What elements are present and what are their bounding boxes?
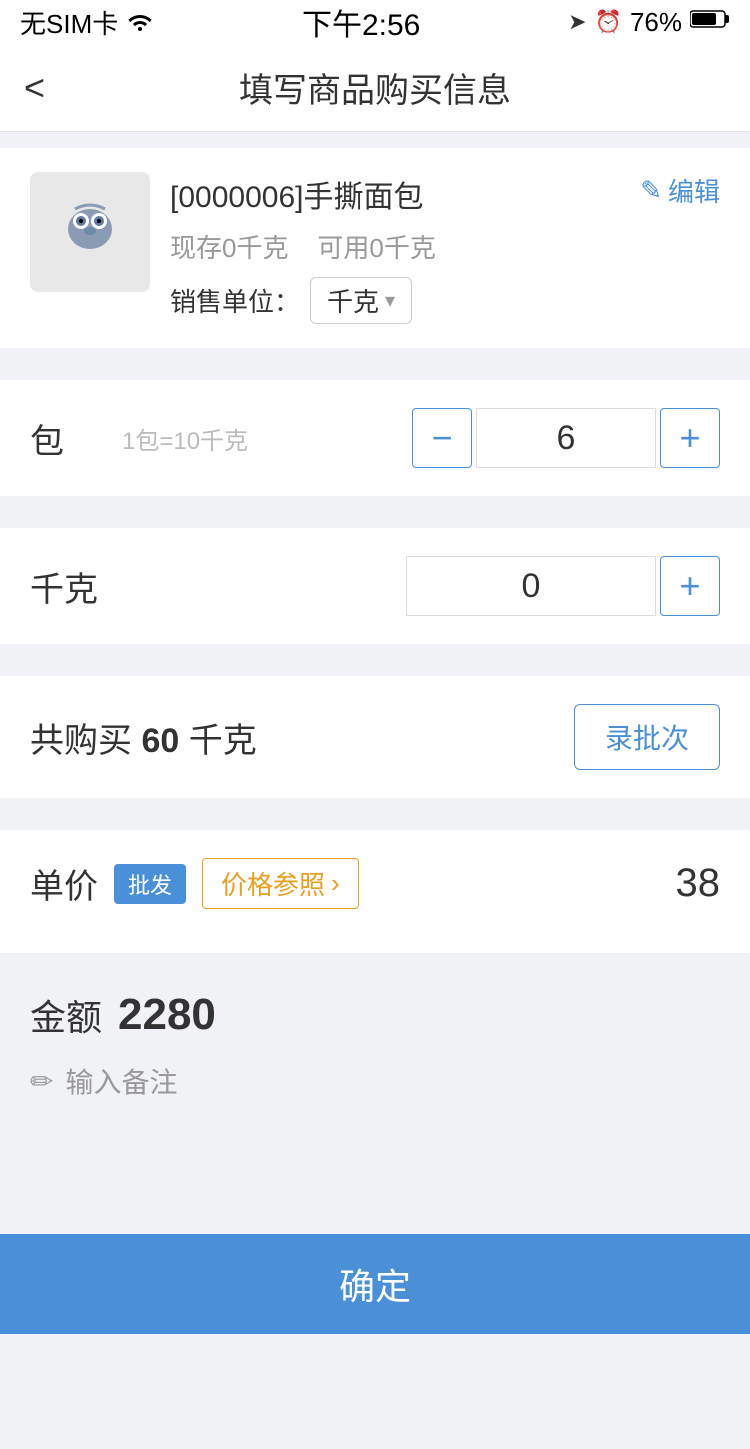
page-title: 填写商品购买信息 (239, 63, 511, 112)
memo-row[interactable]: ✏ 输入备注 (30, 1061, 720, 1101)
bao-section: 包 1包=10千克 − + (0, 380, 750, 496)
separator-2 (0, 364, 750, 380)
product-image-icon (55, 191, 125, 274)
wifi-icon (126, 7, 154, 38)
alarm-icon: ⏰ (595, 9, 622, 35)
bao-hint: 1包=10千克 (122, 421, 248, 456)
location-icon: ➤ (568, 9, 586, 35)
product-name: [0000006]手撕面包 (170, 172, 423, 216)
bao-label: 包 (30, 414, 110, 463)
price-tag: 批发 (114, 864, 186, 904)
product-image (30, 172, 150, 292)
amount-label: 金额 (30, 989, 102, 1041)
bao-plus-button[interactable]: + (660, 408, 720, 468)
amount-value: 2280 (118, 990, 216, 1040)
memo-label: 输入备注 (65, 1061, 177, 1101)
battery-label: 76% (630, 7, 682, 38)
product-unit: 销售单位： 千克 ▾ (170, 277, 720, 324)
separator-3 (0, 512, 750, 528)
bao-minus-button[interactable]: − (412, 408, 472, 468)
status-left: 无SIM卡 (20, 4, 154, 41)
bao-row: 包 1包=10千克 − + (0, 380, 750, 496)
price-label: 单价 (30, 859, 98, 908)
kg-plus-button[interactable]: + (660, 556, 720, 616)
separator-4 (0, 660, 750, 676)
status-bar: 无SIM卡 下午2:56 ➤ ⏰ 76% (0, 0, 750, 44)
nav-bar: < 填写商品购买信息 (0, 44, 750, 132)
kg-label: 千克 (30, 562, 110, 611)
price-value: 38 (676, 861, 721, 906)
total-row: 共购买 60 千克 录批次 (0, 676, 750, 798)
bao-qty-control: − + (412, 408, 720, 468)
edit-pencil-icon: ✎ (640, 175, 662, 206)
battery-icon (690, 8, 730, 37)
bao-qty-input[interactable] (476, 408, 656, 468)
price-ref-button[interactable]: 价格参照 › (202, 858, 359, 909)
back-button[interactable]: < (24, 67, 45, 109)
price-row: 单价 批发 价格参照 › 38 (30, 858, 720, 909)
confirm-button[interactable]: 确定 (0, 1234, 750, 1334)
product-info: [0000006]手撕面包 ✎ 编辑 现存0千克 可用0千克 销售单位： 千克 … (170, 172, 720, 324)
amount-row: 金额 2280 (30, 989, 720, 1041)
chevron-down-icon: ▾ (385, 288, 395, 313)
product-card: [0000006]手撕面包 ✎ 编辑 现存0千克 可用0千克 销售单位： 千克 … (0, 148, 750, 348)
kg-section: 千克 + (0, 528, 750, 644)
status-time: 下午2:56 (302, 0, 420, 44)
pencil-icon: ✏ (30, 1065, 53, 1098)
unit-select[interactable]: 千克 ▾ (310, 277, 412, 324)
separator-5 (0, 814, 750, 830)
chevron-right-icon: › (331, 868, 340, 899)
amount-section: 金额 2280 ✏ 输入备注 (0, 961, 750, 1129)
price-section: 单价 批发 价格参照 › 38 (0, 830, 750, 953)
kg-row: 千克 + (0, 528, 750, 644)
kg-qty-input[interactable] (406, 556, 656, 616)
status-right: ➤ ⏰ 76% (568, 7, 730, 38)
product-stock: 现存0千克 可用0千克 (170, 228, 720, 265)
total-label: 共购买 60 千克 (30, 713, 257, 762)
batch-button[interactable]: 录批次 (574, 704, 720, 770)
kg-qty-control: + (406, 556, 720, 616)
separator-1 (0, 132, 750, 148)
edit-button[interactable]: ✎ 编辑 (640, 172, 720, 209)
carrier-label: 无SIM卡 (20, 4, 118, 41)
